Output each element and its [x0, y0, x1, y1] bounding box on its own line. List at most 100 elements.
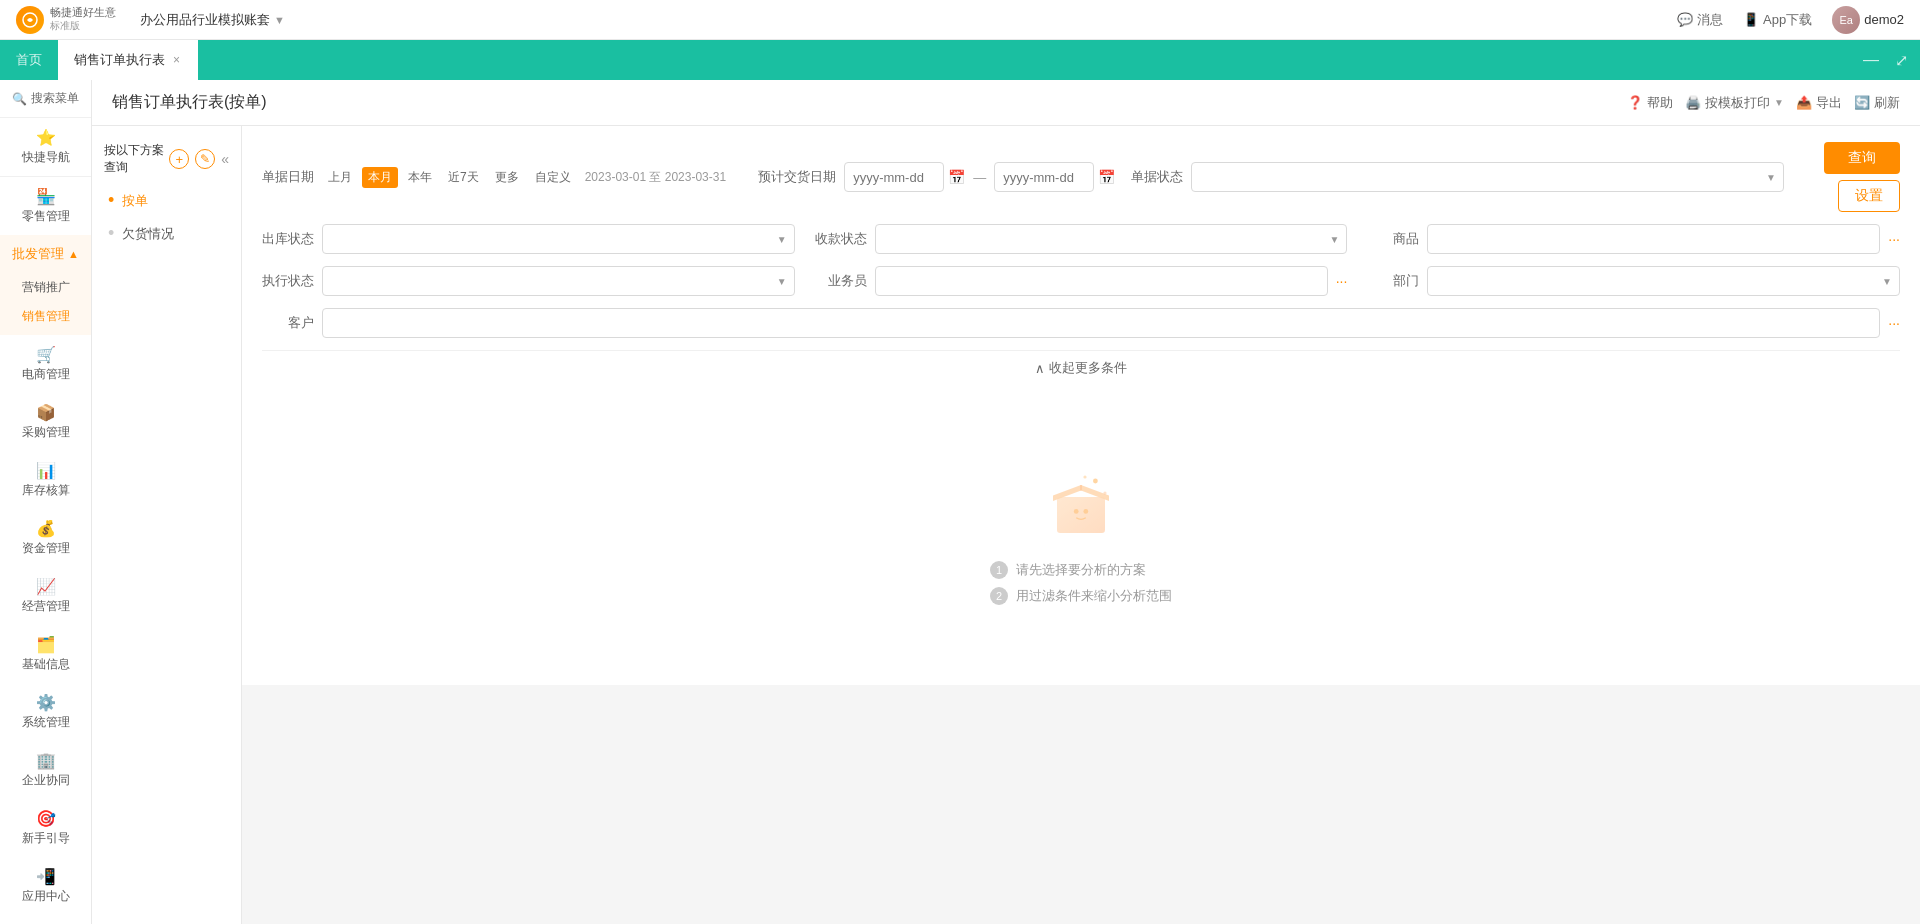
- collapse-icon: «: [221, 151, 229, 167]
- sidebar-item-purchase-label: 采购管理: [22, 424, 70, 441]
- exec-status-cell: 执行状态 ▼: [262, 266, 795, 296]
- sidebar-item-quick-nav[interactable]: ⭐ 快捷导航: [0, 118, 91, 177]
- sidebar-sub-item-sales[interactable]: 销售管理: [0, 302, 91, 331]
- add-icon: +: [175, 152, 183, 167]
- sub-panel-item-receivable[interactable]: • 欠货情况: [92, 217, 241, 250]
- out-status-select[interactable]: [322, 224, 795, 254]
- calendar-end-icon[interactable]: 📅: [1098, 169, 1115, 185]
- shortcut-last-month[interactable]: 上月: [322, 167, 358, 188]
- app-download-button[interactable]: 📱 App下载: [1743, 11, 1812, 29]
- sub-panel-collapse-button[interactable]: «: [221, 151, 229, 167]
- logo-name: 畅捷通好生意: [50, 6, 116, 19]
- status-select-wrap: ▼: [1191, 162, 1784, 192]
- empty-step-1: 1 请先选择要分析的方案: [990, 561, 1172, 579]
- query-button[interactable]: 查询: [1824, 142, 1900, 174]
- purchase-icon: 📦: [36, 403, 56, 422]
- user-area[interactable]: Ea demo2: [1832, 6, 1904, 34]
- sidebar-item-finance[interactable]: 💰 资金管理: [0, 509, 91, 567]
- product-dots-icon[interactable]: ···: [1888, 231, 1900, 247]
- sub-panel-item-order[interactable]: • 按单: [92, 184, 241, 217]
- retail-icon: 🏪: [36, 187, 56, 206]
- main-content: 销售订单执行表(按单) ❓ 帮助 🖨️ 按模板打印 ▼ 📤 导出 🔄 刷新: [92, 80, 1920, 924]
- breadcrumb[interactable]: 办公用品行业模拟账套 ▼: [140, 11, 285, 29]
- filter-container: 单据日期 上月 本月 本年 近7天 更多 自定义 2023-03-01 至 20…: [242, 126, 1920, 385]
- sidebar-item-basic[interactable]: 🗂️ 基础信息: [0, 625, 91, 683]
- exec-status-select[interactable]: [322, 266, 795, 296]
- top-header: 畅捷通好生意 标准版 办公用品行业模拟账套 ▼ 💬 消息 📱 App下载 Ea …: [0, 0, 1920, 40]
- shortcut-this-month[interactable]: 本月: [362, 167, 398, 188]
- status-select[interactable]: [1191, 162, 1784, 192]
- sidebar-item-retail[interactable]: 🏪 零售管理: [0, 177, 91, 235]
- collect-status-select[interactable]: [875, 224, 1348, 254]
- salesman-dots-icon[interactable]: ···: [1336, 273, 1348, 289]
- sidebar-item-enterprise[interactable]: 🏢 企业协同: [0, 741, 91, 799]
- expected-date-start-wrap: 📅: [844, 162, 965, 192]
- message-button[interactable]: 💬 消息: [1677, 11, 1723, 29]
- tab-expand-button[interactable]: ⤢: [1891, 47, 1912, 74]
- page-actions: ❓ 帮助 🖨️ 按模板打印 ▼ 📤 导出 🔄 刷新: [1627, 94, 1900, 112]
- sidebar-search[interactable]: 🔍 搜索菜单: [0, 80, 91, 118]
- export-label: 导出: [1816, 94, 1842, 112]
- calendar-start-icon[interactable]: 📅: [948, 169, 965, 185]
- tab-sales-order[interactable]: 销售订单执行表 ×: [58, 40, 198, 80]
- setting-button[interactable]: 设置: [1838, 180, 1900, 212]
- shortcut-more[interactable]: 更多: [489, 167, 525, 188]
- order-active-icon: •: [108, 190, 114, 211]
- shortcut-last-7-days[interactable]: 近7天: [442, 167, 485, 188]
- svg-point-6: [1083, 509, 1088, 514]
- breadcrumb-chevron: ▼: [274, 14, 285, 26]
- product-input[interactable]: [1427, 224, 1880, 254]
- tab-close-button[interactable]: ×: [171, 51, 182, 69]
- sidebar-sub-item-marketing[interactable]: 营销推广: [0, 273, 91, 302]
- message-label: 消息: [1697, 11, 1723, 29]
- refresh-button[interactable]: 🔄 刷新: [1854, 94, 1900, 112]
- salesman-input[interactable]: [875, 266, 1328, 296]
- sidebar-item-wholesale[interactable]: 批发管理 ▲: [0, 235, 91, 273]
- customer-input[interactable]: [322, 308, 1880, 338]
- sidebar-item-operations[interactable]: 📈 经营管理: [0, 567, 91, 625]
- top-header-left: 畅捷通好生意 标准版 办公用品行业模拟账套 ▼: [16, 6, 285, 34]
- breadcrumb-text: 办公用品行业模拟账套: [140, 11, 270, 29]
- print-button[interactable]: 🖨️ 按模板打印 ▼: [1685, 94, 1784, 112]
- export-button[interactable]: 📤 导出: [1796, 94, 1842, 112]
- filter-expected-date-group: 预计交货日期 📅 — 📅: [758, 162, 1115, 192]
- sidebar-item-purchase[interactable]: 📦 采购管理: [0, 393, 91, 451]
- out-status-select-wrap: ▼: [322, 224, 795, 254]
- help-button[interactable]: ❓ 帮助: [1627, 94, 1673, 112]
- sidebar-item-system[interactable]: ⚙️ 系统管理: [0, 683, 91, 741]
- avatar: Ea: [1832, 6, 1860, 34]
- tab-home[interactable]: 首页: [0, 40, 58, 80]
- tab-home-label: 首页: [16, 51, 42, 69]
- customer-dots-icon[interactable]: ···: [1888, 315, 1900, 331]
- edit-icon: ✎: [200, 152, 210, 166]
- expected-date-end-input[interactable]: [994, 162, 1094, 192]
- print-icon: 🖨️: [1685, 95, 1701, 110]
- dept-select[interactable]: [1427, 266, 1900, 296]
- sidebar-item-wechat[interactable]: 💬 企业微信: [0, 915, 91, 924]
- page-title: 销售订单执行表(按单): [112, 92, 267, 113]
- step-2-num: 2: [990, 587, 1008, 605]
- sidebar-item-inventory[interactable]: 📊 库存核算: [0, 451, 91, 509]
- sidebar-item-ecommerce[interactable]: 🛒 电商管理: [0, 335, 91, 393]
- sub-panel-add-button[interactable]: +: [169, 149, 189, 169]
- exec-status-select-wrap: ▼: [322, 266, 795, 296]
- enterprise-icon: 🏢: [36, 751, 56, 770]
- shortcut-custom[interactable]: 自定义: [529, 167, 577, 188]
- filter-date-group: 单据日期 上月 本月 本年 近7天 更多 自定义 2023-03-01 至 20…: [262, 167, 726, 188]
- app-body: 🔍 搜索菜单 ⭐ 快捷导航 🏪 零售管理 批发管理 ▲ 营销推广 销售管理 🛒 …: [0, 80, 1920, 924]
- logo-area: 畅捷通好生意 标准版: [16, 6, 116, 34]
- filter-collapse-button[interactable]: ∧ 收起更多条件: [262, 350, 1900, 385]
- quick-nav-icon: ⭐: [36, 128, 56, 147]
- sidebar-item-finance-label: 资金管理: [22, 540, 70, 557]
- wholesale-arrow-icon: ▲: [68, 248, 79, 260]
- svg-point-2: [1093, 479, 1098, 484]
- top-header-right: 💬 消息 📱 App下载 Ea demo2: [1677, 6, 1904, 34]
- product-cell: 商品 ···: [1367, 224, 1900, 254]
- shortcut-this-year[interactable]: 本年: [402, 167, 438, 188]
- expected-date-start-input[interactable]: [844, 162, 944, 192]
- sidebar-item-guide[interactable]: 🎯 新手引导: [0, 799, 91, 857]
- system-icon: ⚙️: [36, 693, 56, 712]
- tab-collapse-button[interactable]: —: [1859, 47, 1883, 73]
- sidebar-item-app-center[interactable]: 📲 应用中心: [0, 857, 91, 915]
- sub-panel-edit-button[interactable]: ✎: [195, 149, 215, 169]
